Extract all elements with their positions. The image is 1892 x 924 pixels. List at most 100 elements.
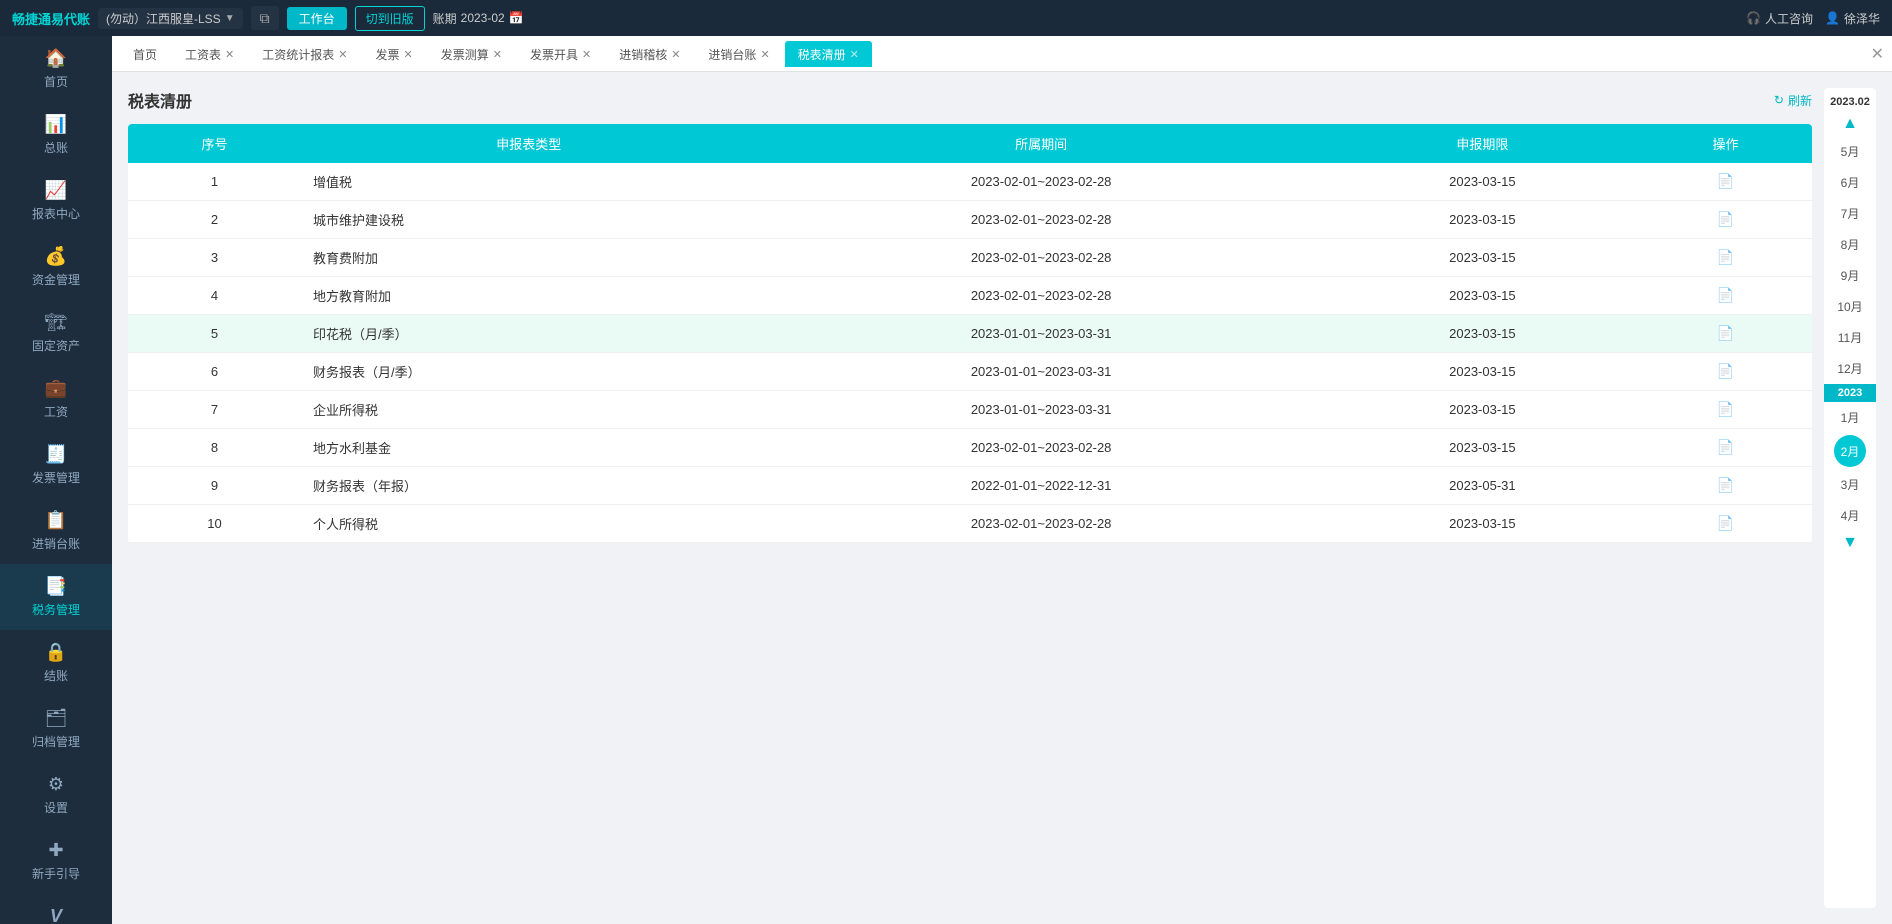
action-icon[interactable]: 📄 (1717, 211, 1734, 227)
cell-action[interactable]: 📄 (1639, 429, 1812, 467)
cal-month-5[interactable]: 5月 (1824, 136, 1876, 167)
cell-action[interactable]: 📄 (1639, 239, 1812, 277)
action-icon[interactable]: 📄 (1717, 249, 1734, 265)
tab-purchase-review[interactable]: 进销稽核 ✕ (606, 41, 693, 67)
cal-month-12[interactable]: 12月 (1824, 353, 1876, 384)
sidebar-item-guide[interactable]: ✚ 新手引导 (0, 828, 112, 894)
purchase-sale-icon: 📋 (45, 510, 67, 531)
action-icon[interactable]: 📄 (1717, 325, 1734, 341)
cal-month-9[interactable]: 9月 (1824, 260, 1876, 291)
tab-home[interactable]: 首页 (120, 41, 170, 67)
cell-action[interactable]: 📄 (1639, 277, 1812, 315)
calendar-icon[interactable]: 📅 (509, 11, 524, 25)
sidebar-item-assets[interactable]: 🏗 固定资产 (0, 300, 112, 366)
sidebar-item-ledger[interactable]: 📊 总账 (0, 102, 112, 168)
tab-wage-table-close[interactable]: ✕ (225, 48, 234, 61)
tab-purchase-ledger-label: 进销台账 (708, 46, 756, 63)
action-icon[interactable]: 📄 (1717, 515, 1734, 531)
sidebar-item-fund[interactable]: 💰 资金管理 (0, 234, 112, 300)
cell-action[interactable]: 📄 (1639, 353, 1812, 391)
cell-action[interactable]: 📄 (1639, 201, 1812, 239)
table-header-row: 序号 申报表类型 所属期间 申报期限 操作 (128, 124, 1812, 163)
cal-month-6[interactable]: 6月 (1824, 167, 1876, 198)
cell-action[interactable]: 📄 (1639, 391, 1812, 429)
refresh-button[interactable]: ↻ 刷新 (1774, 92, 1812, 109)
table-row: 8 地方水利基金 2023-02-01~2023-02-28 2023-03-1… (128, 429, 1812, 467)
cal-month-jan[interactable]: 1月 (1824, 402, 1876, 433)
sidebar-item-tax[interactable]: 📑 税务管理 (0, 564, 112, 630)
cell-no: 2 (128, 201, 301, 239)
col-deadline: 申报期限 (1326, 124, 1639, 163)
cell-action[interactable]: 📄 (1639, 163, 1812, 201)
cell-period: 2023-02-01~2023-02-28 (756, 277, 1325, 315)
tab-close-all-button[interactable]: ✕ (1871, 44, 1884, 64)
cal-month-8[interactable]: 8月 (1824, 229, 1876, 260)
refresh-icon: ↻ (1774, 93, 1784, 107)
cell-action[interactable]: 📄 (1639, 467, 1812, 505)
cell-deadline: 2023-05-31 (1326, 467, 1639, 505)
sidebar-item-purchase-sale[interactable]: 📋 进销台账 (0, 498, 112, 564)
cell-type: 教育费附加 (301, 239, 756, 277)
cell-action[interactable]: 📄 (1639, 315, 1812, 353)
tab-purchase-ledger[interactable]: 进销台账 ✕ (695, 41, 782, 67)
tab-home-label: 首页 (133, 46, 157, 63)
tab-purchase-ledger-close[interactable]: ✕ (760, 48, 769, 61)
tab-invoice-calc[interactable]: 发票测算 ✕ (428, 41, 515, 67)
cell-action[interactable]: 📄 (1639, 505, 1812, 543)
tab-invoice-close[interactable]: ✕ (404, 48, 413, 61)
copy-icon[interactable]: ⧉ (251, 6, 279, 30)
tab-tax-clearance-close[interactable]: ✕ (850, 48, 859, 61)
tab-invoice-calc-close[interactable]: ✕ (493, 48, 502, 61)
tab-bar: 首页 工资表 ✕ 工资统计报表 ✕ 发票 ✕ 发票测算 ✕ 发票开具 ✕ (112, 36, 1892, 72)
ai-consult-label: 人工咨询 (1765, 10, 1813, 27)
period-label: 账期 (433, 10, 457, 27)
action-icon[interactable]: 📄 (1717, 363, 1734, 379)
company-selector[interactable]: (勿动）江西服皇-LSS ▼ (98, 8, 243, 29)
cal-up-button[interactable]: ▲ (1824, 112, 1876, 136)
cal-month-7[interactable]: 7月 (1824, 198, 1876, 229)
cal-month-feb[interactable]: 2月 (1824, 433, 1876, 469)
top-bar-right: 🎧 人工咨询 👤 徐泽华 (1746, 10, 1880, 27)
sidebar-item-report[interactable]: 📈 报表中心 (0, 168, 112, 234)
tab-invoice-open[interactable]: 发票开具 ✕ (517, 41, 604, 67)
tab-tax-clearance[interactable]: 税表清册 ✕ (785, 41, 872, 67)
sidebar-item-close[interactable]: 🔒 结账 (0, 630, 112, 696)
sidebar-item-settings[interactable]: ⚙ 设置 (0, 762, 112, 828)
cell-period: 2023-01-01~2023-03-31 (756, 391, 1325, 429)
cal-month-10[interactable]: 10月 (1824, 291, 1876, 322)
tab-wage-table[interactable]: 工资表 ✕ (172, 41, 247, 67)
tab-wage-stats[interactable]: 工资统计报表 ✕ (249, 41, 360, 67)
ai-consult-button[interactable]: 🎧 人工咨询 (1746, 10, 1813, 27)
action-icon[interactable]: 📄 (1717, 401, 1734, 417)
tab-invoice-open-label: 发票开具 (530, 46, 578, 63)
tab-invoice-open-close[interactable]: ✕ (582, 48, 591, 61)
cell-no: 6 (128, 353, 301, 391)
workstation-button[interactable]: 工作台 (287, 7, 347, 30)
sidebar-item-archive[interactable]: 🗂 归档管理 (0, 696, 112, 762)
action-icon[interactable]: 📄 (1717, 287, 1734, 303)
cal-month-mar[interactable]: 3月 (1824, 469, 1876, 500)
cell-no: 4 (128, 277, 301, 315)
wage-icon: 💼 (45, 378, 67, 399)
cal-month-11[interactable]: 11月 (1824, 322, 1876, 353)
cal-month-apr[interactable]: 4月 (1824, 500, 1876, 531)
table-row: 1 增值税 2023-02-01~2023-02-28 2023-03-15 📄 (128, 163, 1812, 201)
user-menu[interactable]: 👤 徐泽华 (1825, 10, 1880, 27)
sidebar-item-wage[interactable]: 💼 工资 (0, 366, 112, 432)
action-icon[interactable]: 📄 (1717, 439, 1734, 455)
cal-down-button[interactable]: ▼ (1824, 531, 1876, 555)
page-title: 税表清册 (128, 88, 192, 112)
col-period: 所属期间 (756, 124, 1325, 163)
action-icon[interactable]: 📄 (1717, 173, 1734, 189)
sidebar-item-member[interactable]: V 畅会员 (0, 894, 112, 924)
cell-period: 2023-02-01~2023-02-28 (756, 505, 1325, 543)
action-icon[interactable]: 📄 (1717, 477, 1734, 493)
tab-purchase-review-close[interactable]: ✕ (671, 48, 680, 61)
tab-wage-stats-close[interactable]: ✕ (338, 48, 347, 61)
switch-old-button[interactable]: 切到旧版 (355, 6, 425, 31)
sidebar-item-invoice[interactable]: 🧾 发票管理 (0, 432, 112, 498)
sidebar-item-home[interactable]: 🏠 首页 (0, 36, 112, 102)
app-logo: 畅捷通易代账 (12, 9, 90, 28)
tax-icon: 📑 (45, 576, 67, 597)
tab-invoice[interactable]: 发票 ✕ (362, 41, 425, 67)
